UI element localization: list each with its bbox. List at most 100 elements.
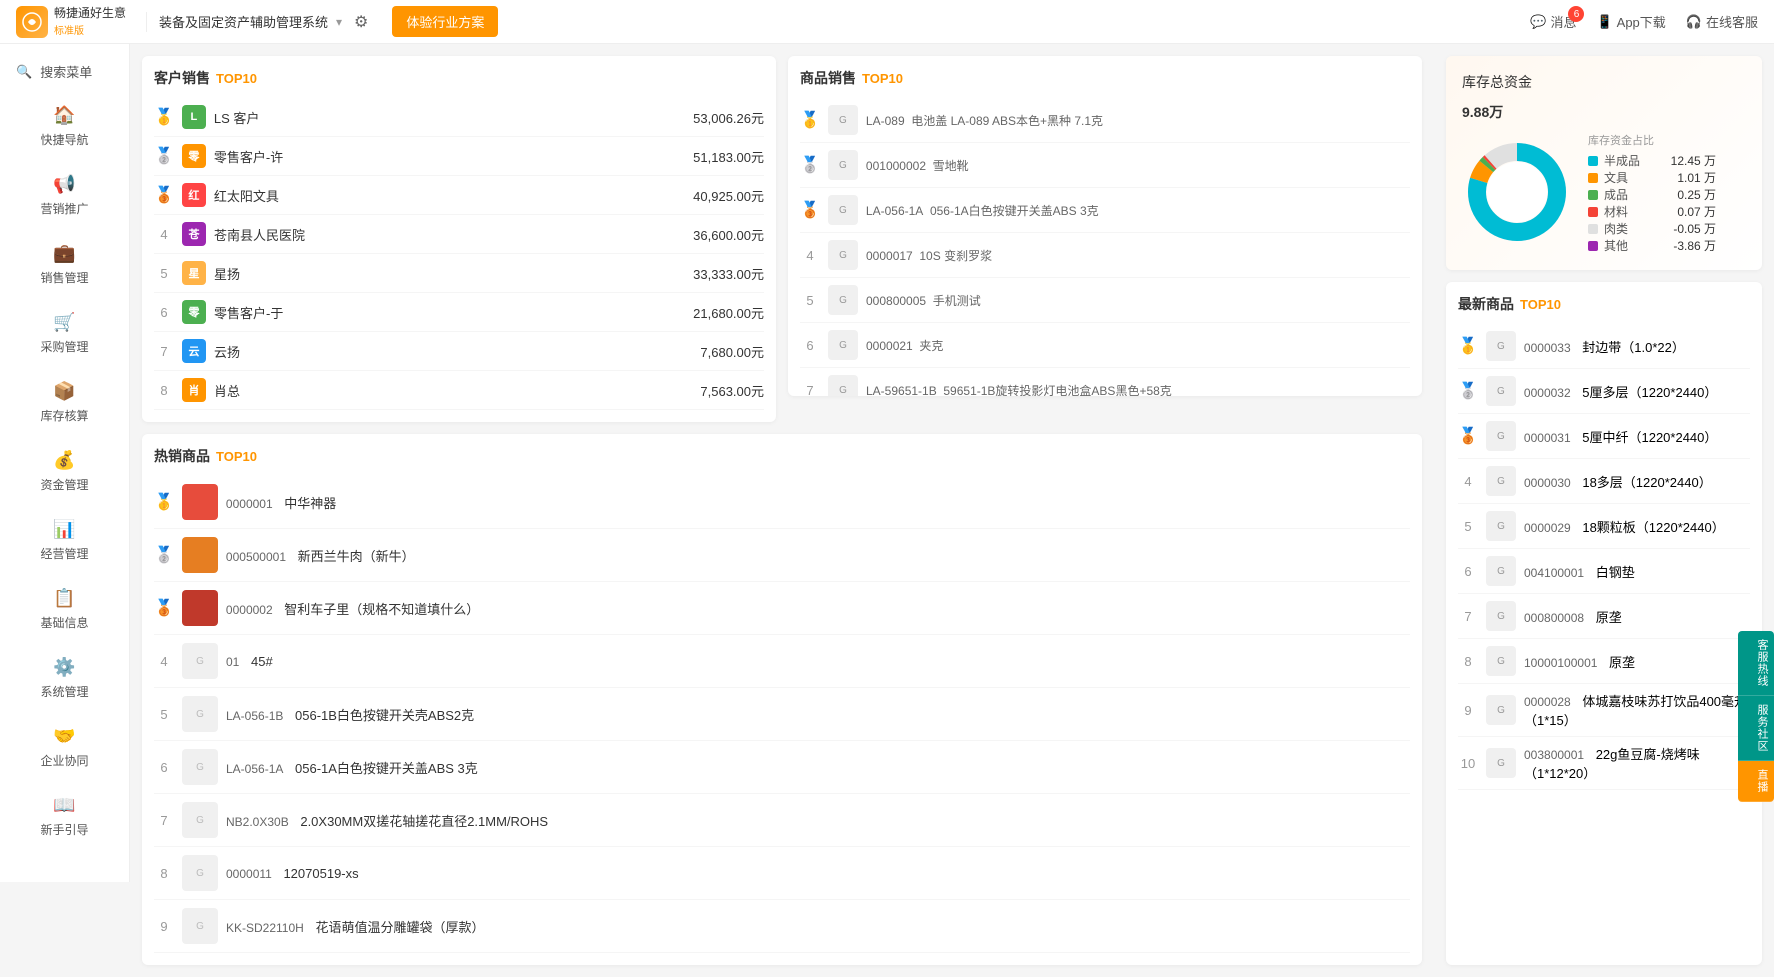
product-code: 000800005 手机测试 <box>866 292 1410 309</box>
customer-avatar: 苍 <box>182 222 206 246</box>
hot-product-item: 7 G NB2.0X30B 2.0X30MM双搓花轴搓花直径2.1MM/ROHS <box>154 794 1410 847</box>
sidebar-icon-8: ⚙️ <box>53 655 77 679</box>
customer-amount: 53,006.26元 <box>693 108 764 127</box>
sidebar-label-0: 快捷导航 <box>40 131 88 148</box>
hot-product-img-placeholder: G <box>182 855 218 891</box>
chevron-down-icon: ▾ <box>336 15 342 29</box>
float-btn-live[interactable]: 直播 <box>1738 761 1774 802</box>
rank-number: 7 <box>800 383 820 397</box>
content-area: 客户销售 TOP10 🥇 L LS 客户 53,006.26元 🥈 零 零售客户… <box>130 44 1774 977</box>
gear-button[interactable]: ⚙ <box>354 12 368 32</box>
app-download-button[interactable]: 📱 App下载 <box>1596 12 1665 31</box>
rank-number: 6 <box>154 760 174 775</box>
product-img: G <box>828 105 858 135</box>
new-product-img: G <box>1486 695 1516 725</box>
sidebar-item-10[interactable]: 📖新手引导 <box>0 781 129 850</box>
customer-rank-item: 7 云 云扬 7,680.00元 <box>154 332 764 371</box>
sidebar-item-0[interactable]: 🏠快捷导航 <box>0 91 129 160</box>
new-products-card: 最新商品 TOP10 🥇 G 0000033 封边带（1.0*22） 🥈 G 0… <box>1446 282 1762 965</box>
system-selector[interactable]: 装备及固定资产辅助管理系统 ▾ ⚙ <box>146 12 380 32</box>
new-product-name: 封边带（1.0*22） <box>1582 340 1685 355</box>
hot-product-item: 🥇 0000001 中华神器 <box>154 476 1410 529</box>
legend-item: 其他 -3.86 万 <box>1588 237 1716 254</box>
new-products-title: 最新商品 TOP10 <box>1458 294 1750 314</box>
message-icon: 💬 <box>1530 14 1546 30</box>
sidebar-item-5[interactable]: 💰资金管理 <box>0 436 129 505</box>
rank-number: 6 <box>1458 564 1478 579</box>
hot-product-img <box>182 590 218 626</box>
hot-product-name: 056-1A白色按键开关盖ABS 3克 <box>295 761 478 776</box>
hot-product-info: 0000011 12070519-xs <box>226 866 1410 881</box>
sidebar-item-2[interactable]: 💼销售管理 <box>0 229 129 298</box>
product-code: 0000017 10S 变刹罗浆 <box>866 247 1410 264</box>
customer-avatar: L <box>182 105 206 129</box>
sidebar-item-6[interactable]: 📊经营管理 <box>0 505 129 574</box>
hot-product-code: NB2.0X30B <box>226 815 289 829</box>
customer-rank-item: 🥇 L LS 客户 53,006.26元 <box>154 98 764 137</box>
medal-icon: 🥇 <box>154 107 174 127</box>
new-product-name: 原垄 <box>1596 610 1622 625</box>
sidebar-icon-7: 📋 <box>53 586 77 610</box>
legend-name: 成品 <box>1604 186 1640 203</box>
medal-icon: 🥈 <box>154 146 174 166</box>
sidebar-item-8[interactable]: ⚙️系统管理 <box>0 643 129 712</box>
legend-name: 文具 <box>1604 169 1640 186</box>
stock-card: 库存总资金 9.88万 <box>1446 56 1762 270</box>
hot-product-code: KK-SD22110H <box>226 921 304 935</box>
new-product-info: 000800008 原垄 <box>1524 607 1750 626</box>
sidebar-item-9[interactable]: 🤝企业协同 <box>0 712 129 781</box>
float-btn-service[interactable]: 客服热线 <box>1738 631 1774 696</box>
rank-number: 4 <box>1458 474 1478 489</box>
product-info: 0000017 10S 变刹罗浆 <box>866 247 1410 264</box>
sidebar-item-7[interactable]: 📋 基础信息 <box>0 574 129 643</box>
new-product-img: G <box>1486 556 1516 586</box>
sidebar-icon-1: 📢 <box>53 172 77 196</box>
medal-icon: 🥇 <box>1458 336 1478 356</box>
sidebar-item-4[interactable]: 📦库存核算 <box>0 367 129 436</box>
float-btn-community[interactable]: 服务社区 <box>1738 696 1774 761</box>
service-label: 在线客服 <box>1706 12 1758 31</box>
medal-icon: 🥉 <box>154 598 174 618</box>
product-info: 0000021 夹克 <box>866 337 1410 354</box>
customer-amount: 51,183.00元 <box>693 147 764 166</box>
product-ranking-card: 商品销售 TOP10 🥇 G LA-089 电池盖 LA-089 ABS本色+黑… <box>788 56 1422 396</box>
search-menu-item[interactable]: 🔍 搜索菜单 <box>0 52 129 91</box>
customer-name: 星扬 <box>214 264 685 283</box>
rank-number: 5 <box>800 293 820 308</box>
legend-value: 0.25 万 <box>1646 186 1716 203</box>
hot-product-item: 9 G KK-SD22110H 花语萌值温分雕罐袋（厚款） <box>154 900 1410 953</box>
legend-dot <box>1588 156 1598 166</box>
product-code: LA-59651-1B 59651-1B旋转投影灯电池盒ABS黑色+58克 <box>866 382 1410 397</box>
rank-number: 4 <box>154 227 174 242</box>
customer-rank-item: 🥈 零 零售客户-许 51,183.00元 <box>154 137 764 176</box>
legend-value: 12.45 万 <box>1646 152 1716 169</box>
product-info: LA-056-1A 056-1A白色按键开关盖ABS 3克 <box>866 202 1410 219</box>
new-product-name: 5厘多层（1220*2440） <box>1582 385 1717 400</box>
new-product-item: 9 G 0000028 体城嘉枝味苏打饮品400毫升（1*15） <box>1458 684 1750 737</box>
new-product-name: 18多层（1220*2440） <box>1582 475 1711 490</box>
headset-icon: 🎧 <box>1686 14 1702 30</box>
customer-name: 云扬 <box>214 342 692 361</box>
hot-product-info: 0000002 智利车子里（规格不知道填什么） <box>226 599 1410 618</box>
sidebar-icon-10: 📖 <box>53 793 77 817</box>
rank-number: 5 <box>1458 519 1478 534</box>
new-product-info: 0000030 18多层（1220*2440） <box>1524 472 1750 491</box>
message-button[interactable]: 💬 消息 6 <box>1530 12 1576 31</box>
new-product-item: 6 G 004100001 白钢垫 <box>1458 549 1750 594</box>
legend-name: 材料 <box>1604 203 1640 220</box>
legend-dot <box>1588 173 1598 183</box>
rank-number: 7 <box>1458 609 1478 624</box>
sidebar-item-1[interactable]: 📢营销推广 <box>0 160 129 229</box>
product-img: G <box>828 285 858 315</box>
sidebar-label-7: 基础信息 <box>40 614 88 631</box>
trial-button[interactable]: 体验行业方案 <box>392 6 498 37</box>
product-rank-item: 🥈 G 001000002 雪地靴 <box>800 143 1410 188</box>
service-button[interactable]: 🎧 在线客服 <box>1686 12 1758 31</box>
donut-chart <box>1462 137 1572 250</box>
product-rank-item: 🥇 G LA-089 电池盖 LA-089 ABS本色+黑种 7.1克 <box>800 98 1410 143</box>
sidebar-item-3[interactable]: 🛒采购管理 <box>0 298 129 367</box>
product-img: G <box>828 240 858 270</box>
new-product-name: 白钢垫 <box>1596 565 1635 580</box>
new-product-info: 0000029 18颗粒板（1220*2440） <box>1524 517 1750 536</box>
legend-dot <box>1588 207 1598 217</box>
